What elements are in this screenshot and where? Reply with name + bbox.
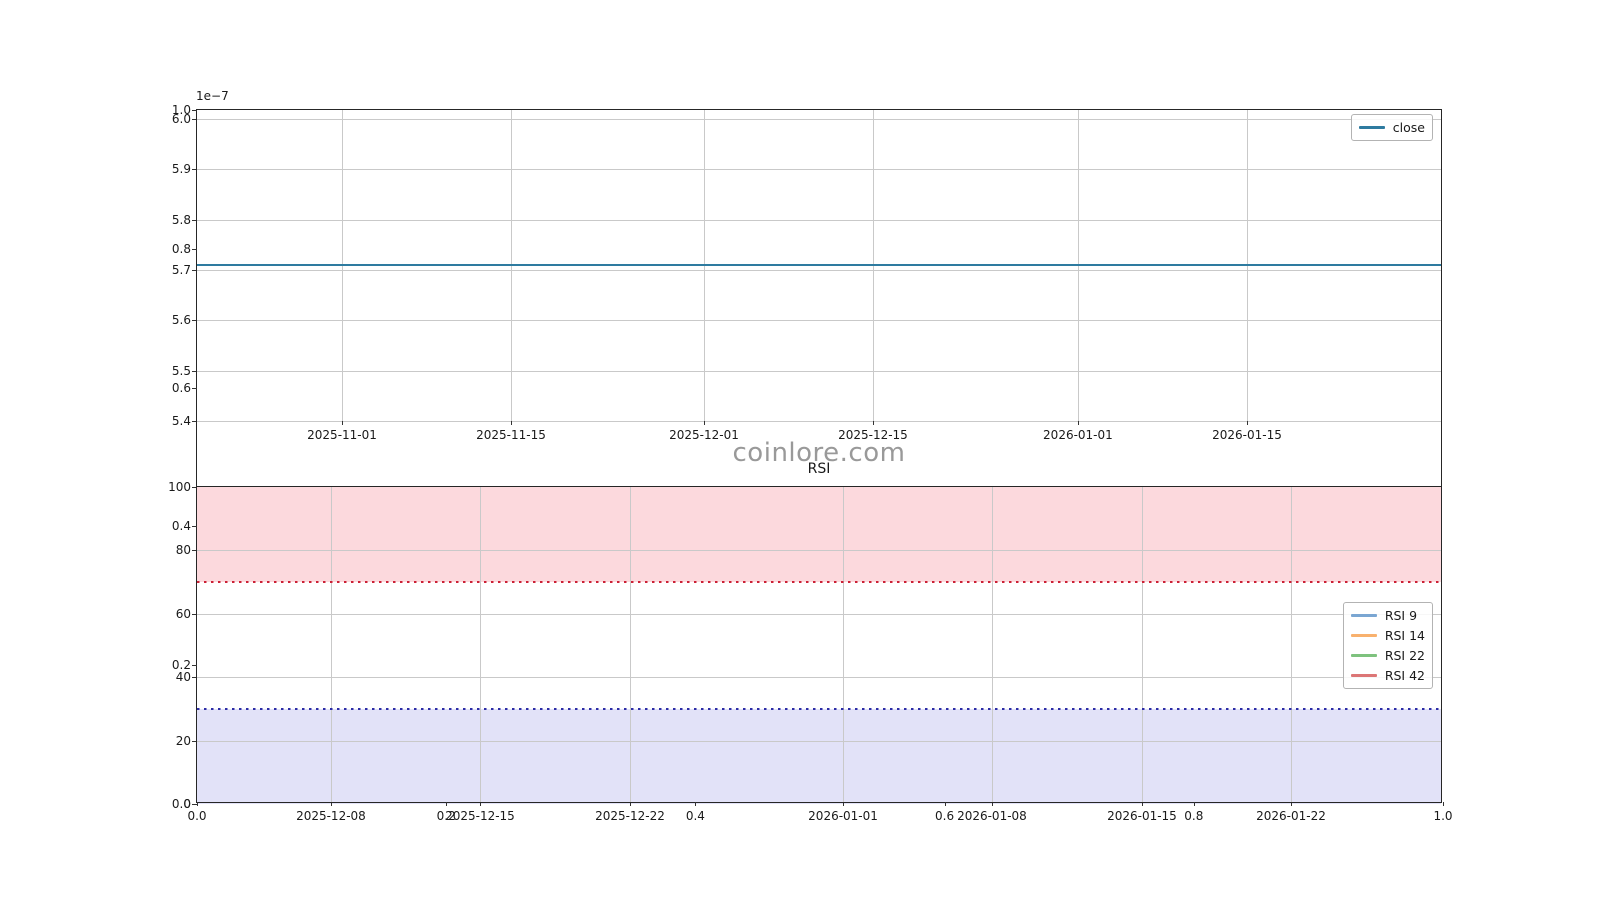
y-tick-label: 5.6: [171, 313, 191, 328]
x-tick-mark: [446, 802, 448, 806]
y-tick-label: 0.6: [171, 380, 191, 395]
x-tick-label: 0.2: [436, 809, 456, 823]
x-tick-mark: [944, 802, 946, 806]
x-tick-label: 0.4: [685, 809, 705, 823]
y-tick-label: 5.9: [171, 162, 191, 177]
y-tick-label: 0.2: [171, 658, 191, 673]
y-tick-mark: [192, 248, 197, 250]
x-tick-mark: [1443, 802, 1444, 806]
x-tick-mark: [695, 802, 697, 806]
x-tick-label: 0.8: [1184, 809, 1204, 823]
x-tick-mark: [197, 802, 198, 806]
y-tick-label: 1.0: [171, 103, 191, 117]
x-tick-label: 0.6: [935, 809, 955, 823]
x-tick-label: 2025-12-08: [296, 809, 366, 823]
axes-overlay: 1.0 0.8 0.6 0.4 0.2 0.0 0.0 0.2 0.4 0.6 0.8 1.0: [172, 103, 1453, 823]
x-tick-label: 2026-01-22: [1256, 809, 1326, 823]
y-tick-mark: [192, 387, 197, 389]
y-tick-label: 0.4: [171, 519, 191, 534]
y-tick-label: 0.8: [171, 241, 191, 256]
y-tick-mark: [192, 526, 197, 528]
x-tick-label: 2026-01-01: [808, 809, 878, 823]
y-tick-label: 5.5: [171, 363, 191, 378]
x-tick-label: 1.0: [1433, 809, 1453, 823]
y-tick-label: 5.8: [171, 212, 191, 227]
y-tick-label: 5.4: [171, 413, 191, 428]
x-tick-mark: [1193, 802, 1195, 806]
y-tick-label: 5.7: [171, 263, 191, 277]
y-tick-label: 20: [175, 733, 191, 748]
chart-figure: 1e−7 coinlore.com RSI 6.0 5.9 5.8 5.7 5.6 5.5…: [0, 0, 1600, 900]
x-tick-label: 0.0: [187, 809, 207, 823]
y-tick-label: 100: [168, 480, 191, 494]
y-tick-label: 60: [175, 606, 191, 621]
y-tick-mark: [192, 110, 197, 111]
y-axis-offset-label: 1e−7: [196, 89, 229, 103]
y-tick-mark: [192, 665, 197, 667]
y-tick-label: 80: [175, 543, 191, 558]
